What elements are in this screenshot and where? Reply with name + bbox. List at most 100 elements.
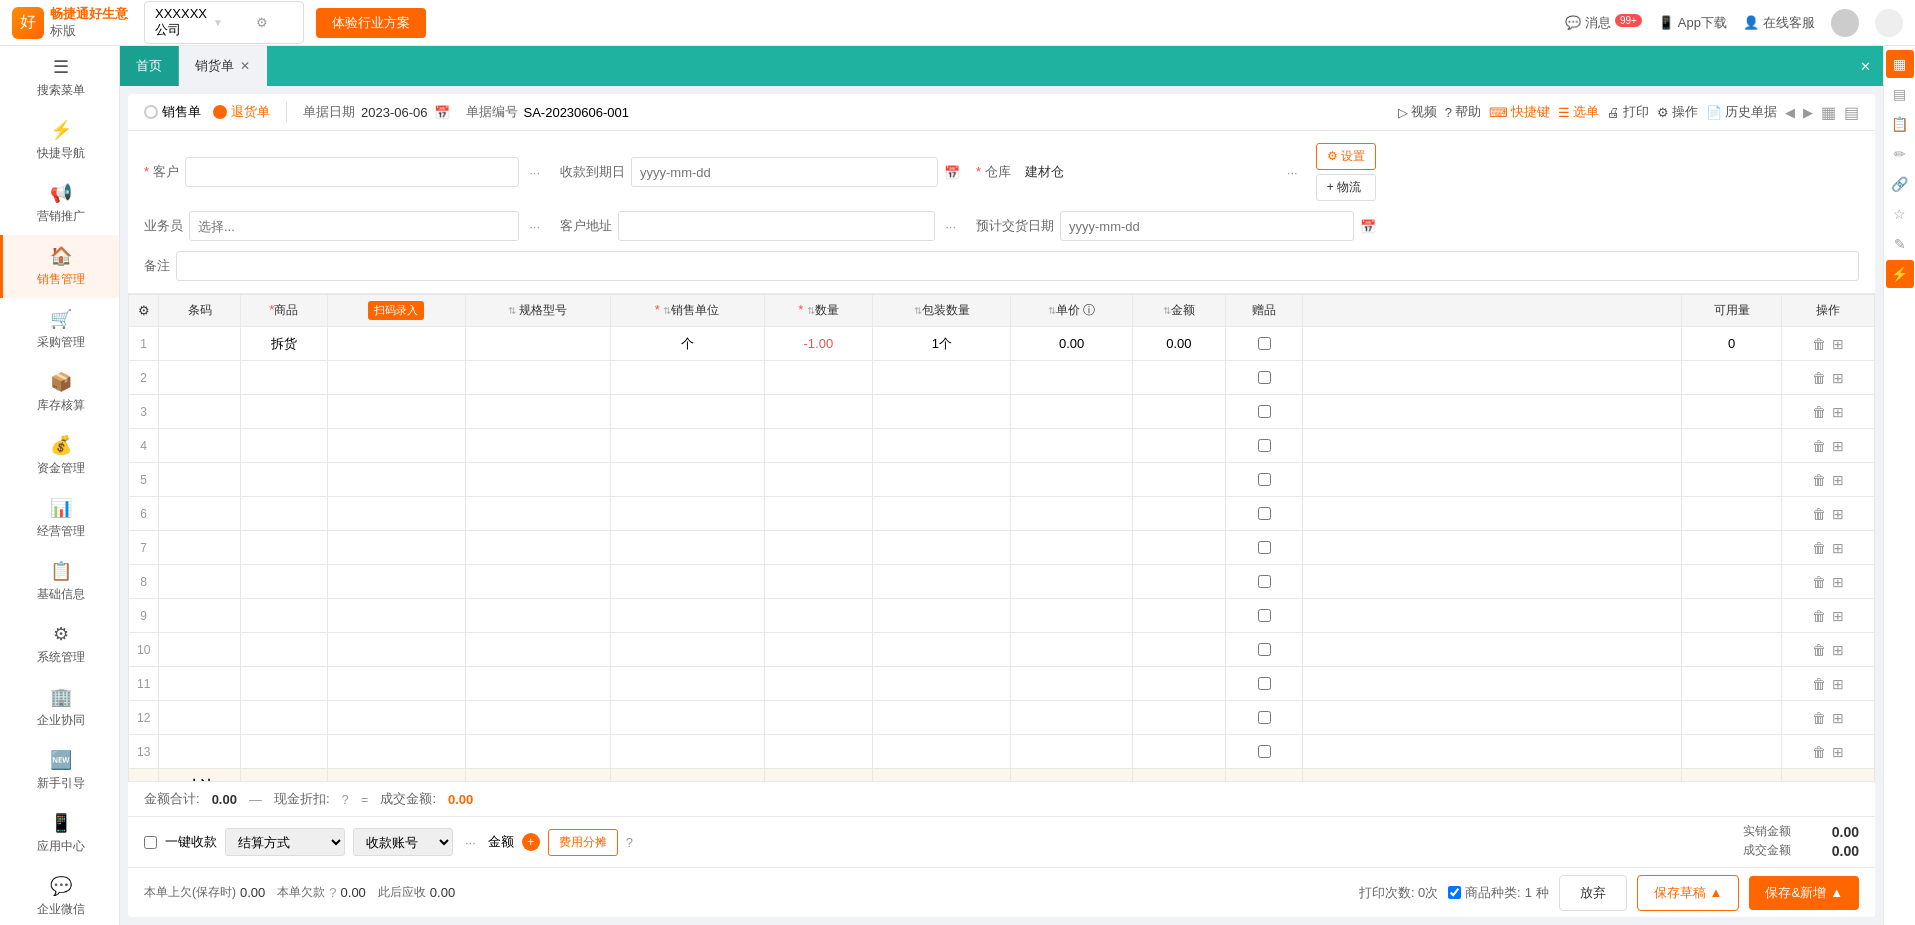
delete-icon-13[interactable]: 🗑	[1812, 744, 1826, 760]
short-help-icon[interactable]: ?	[329, 885, 336, 900]
cash-discount-help-icon[interactable]: ?	[342, 792, 349, 807]
expense-help-icon[interactable]: ?	[626, 835, 633, 850]
close-window-button[interactable]: ✕	[1848, 46, 1883, 86]
save-new-button[interactable]: 保存&新增 ▲	[1749, 876, 1859, 910]
gift-checkbox-2[interactable]	[1258, 371, 1271, 384]
tab-home[interactable]: 首页	[120, 46, 179, 86]
panel-orange-action-icon[interactable]: ⚡	[1886, 260, 1914, 288]
cell-amount-1[interactable]: 0.00	[1133, 327, 1226, 361]
panel-star-icon[interactable]: ☆	[1886, 200, 1914, 228]
gift-checkbox-11[interactable]	[1258, 677, 1271, 690]
delete-icon-10[interactable]: 🗑	[1812, 642, 1826, 658]
panel-edit-icon[interactable]: ✏	[1886, 140, 1914, 168]
video-btn[interactable]: ▷ 视频	[1398, 103, 1437, 121]
cell-price-1[interactable]: 0.00	[1011, 327, 1133, 361]
copy-icon-3[interactable]: ⊞	[1832, 404, 1844, 420]
nav-next-icon[interactable]: ▶	[1803, 105, 1813, 120]
customer-dots-btn[interactable]: ···	[525, 165, 544, 180]
delete-icon-3[interactable]: 🗑	[1812, 404, 1826, 420]
sidebar-item-guide[interactable]: 🆕 新手引导	[0, 739, 119, 802]
sidebar-item-wechat[interactable]: 💬 企业微信	[0, 865, 119, 925]
nav-prev-icon[interactable]: ◀	[1785, 105, 1795, 120]
view-list-icon[interactable]: ▦	[1821, 103, 1836, 122]
calendar-icon[interactable]: 📅	[434, 105, 450, 120]
avatar-extra[interactable]	[1875, 9, 1903, 37]
gift-checkbox-12[interactable]	[1258, 711, 1271, 724]
app-download-button[interactable]: 📱 App下载	[1658, 14, 1727, 32]
th-gear[interactable]: ⚙	[129, 295, 159, 327]
copy-icon-9[interactable]: ⊞	[1832, 608, 1844, 624]
gift-checkbox-8[interactable]	[1258, 575, 1271, 588]
salesman-dots-btn[interactable]: ···	[525, 219, 544, 234]
payment-dots-btn[interactable]: ···	[461, 835, 480, 850]
sidebar-item-apps[interactable]: 📱 应用中心	[0, 802, 119, 865]
cell-product-1[interactable]: 拆货	[240, 327, 327, 361]
cell-pkg-qty-1[interactable]: 1个	[873, 327, 1011, 361]
sidebar-item-purchase[interactable]: 🛒 采购管理	[0, 298, 119, 361]
one-click-pay-checkbox[interactable]	[144, 836, 157, 849]
copy-icon-12[interactable]: ⊞	[1832, 710, 1844, 726]
settings-icon[interactable]: ⚙	[256, 15, 293, 30]
customer-input[interactable]	[185, 157, 519, 187]
panel-layout1-icon[interactable]: ▦	[1886, 50, 1914, 78]
payment-method-select[interactable]: 结算方式	[225, 828, 345, 856]
cell-unit-1[interactable]: 个	[610, 327, 764, 361]
tab-sales-order[interactable]: 销货单 ✕	[179, 46, 267, 86]
memo-input[interactable]	[176, 251, 1859, 281]
payment-account-select[interactable]: 收款账号	[353, 828, 453, 856]
warehouse-dots-btn[interactable]: ···	[1283, 165, 1302, 180]
product-type-checkbox[interactable]	[1448, 886, 1461, 899]
cell-spec-1[interactable]	[466, 327, 610, 361]
expense-split-button[interactable]: 费用分摊	[548, 829, 618, 856]
cell-remark-1[interactable]	[1303, 327, 1681, 361]
help-btn[interactable]: ? 帮助	[1445, 103, 1481, 121]
customer-addr-input[interactable]	[618, 211, 935, 241]
expected-date-input[interactable]	[1060, 211, 1354, 241]
copy-icon-5[interactable]: ⊞	[1832, 472, 1844, 488]
copy-icon-4[interactable]: ⊞	[1832, 438, 1844, 454]
gift-checkbox-4[interactable]	[1258, 439, 1271, 452]
sidebar-item-finance[interactable]: 💰 资金管理	[0, 424, 119, 487]
scan-btn[interactable]: 扫码录入	[368, 301, 424, 320]
logistics-button[interactable]: + 物流	[1316, 174, 1376, 201]
company-selector[interactable]: XXXXXX公司 ▼ ⚙	[144, 1, 304, 44]
discard-button[interactable]: 放弃	[1559, 875, 1627, 911]
print-btn[interactable]: 🖨 打印	[1607, 103, 1649, 121]
radio-return-order[interactable]: 退货单	[213, 103, 270, 121]
add-amount-button[interactable]: +	[522, 833, 540, 851]
setting-button[interactable]: ⚙ 设置	[1316, 143, 1376, 170]
panel-layout2-icon[interactable]: ▤	[1886, 80, 1914, 108]
delete-icon-2[interactable]: 🗑	[1812, 370, 1826, 386]
trial-button[interactable]: 体验行业方案	[316, 8, 426, 38]
copy-icon-13[interactable]: ⊞	[1832, 744, 1844, 760]
messages-button[interactable]: 💬 消息 99+	[1565, 14, 1642, 32]
gift-checkbox-6[interactable]	[1258, 507, 1271, 520]
gift-checkbox-9[interactable]	[1258, 609, 1271, 622]
gift-checkbox-13[interactable]	[1258, 745, 1271, 758]
history-btn[interactable]: 📄 历史单据	[1706, 103, 1777, 121]
cell-barcode-1[interactable]	[159, 327, 240, 361]
copy-icon-7[interactable]: ⊞	[1832, 540, 1844, 556]
gift-checkbox-1[interactable]	[1258, 337, 1271, 350]
delete-icon-9[interactable]: 🗑	[1812, 608, 1826, 624]
cell-qty-1[interactable]: -1.00	[764, 327, 873, 361]
sidebar-item-search[interactable]: ☰ 搜索菜单	[0, 46, 119, 109]
tab-close-icon[interactable]: ✕	[240, 59, 250, 73]
delete-icon-4[interactable]: 🗑	[1812, 438, 1826, 454]
sidebar-item-enterprise[interactable]: 🏢 企业协同	[0, 676, 119, 739]
delete-icon-1[interactable]: 🗑	[1812, 336, 1826, 352]
cell-gift-1[interactable]	[1225, 327, 1303, 361]
select-btn[interactable]: ☰ 选单	[1558, 103, 1599, 121]
gift-checkbox-7[interactable]	[1258, 541, 1271, 554]
gift-checkbox-10[interactable]	[1258, 643, 1271, 656]
sidebar-item-sales[interactable]: 🏠 销售管理	[0, 235, 119, 298]
panel-pencil-icon[interactable]: ✎	[1886, 230, 1914, 258]
save-draft-button[interactable]: 保存草稿 ▲	[1637, 875, 1740, 911]
copy-icon-1[interactable]: ⊞	[1832, 336, 1844, 352]
panel-link-icon[interactable]: 🔗	[1886, 170, 1914, 198]
online-service-button[interactable]: 👤 在线客服	[1743, 14, 1815, 32]
panel-copy-icon[interactable]: 📋	[1886, 110, 1914, 138]
expected-date-calendar-icon[interactable]: 📅	[1360, 219, 1376, 234]
delete-icon-7[interactable]: 🗑	[1812, 540, 1826, 556]
copy-icon-6[interactable]: ⊞	[1832, 506, 1844, 522]
